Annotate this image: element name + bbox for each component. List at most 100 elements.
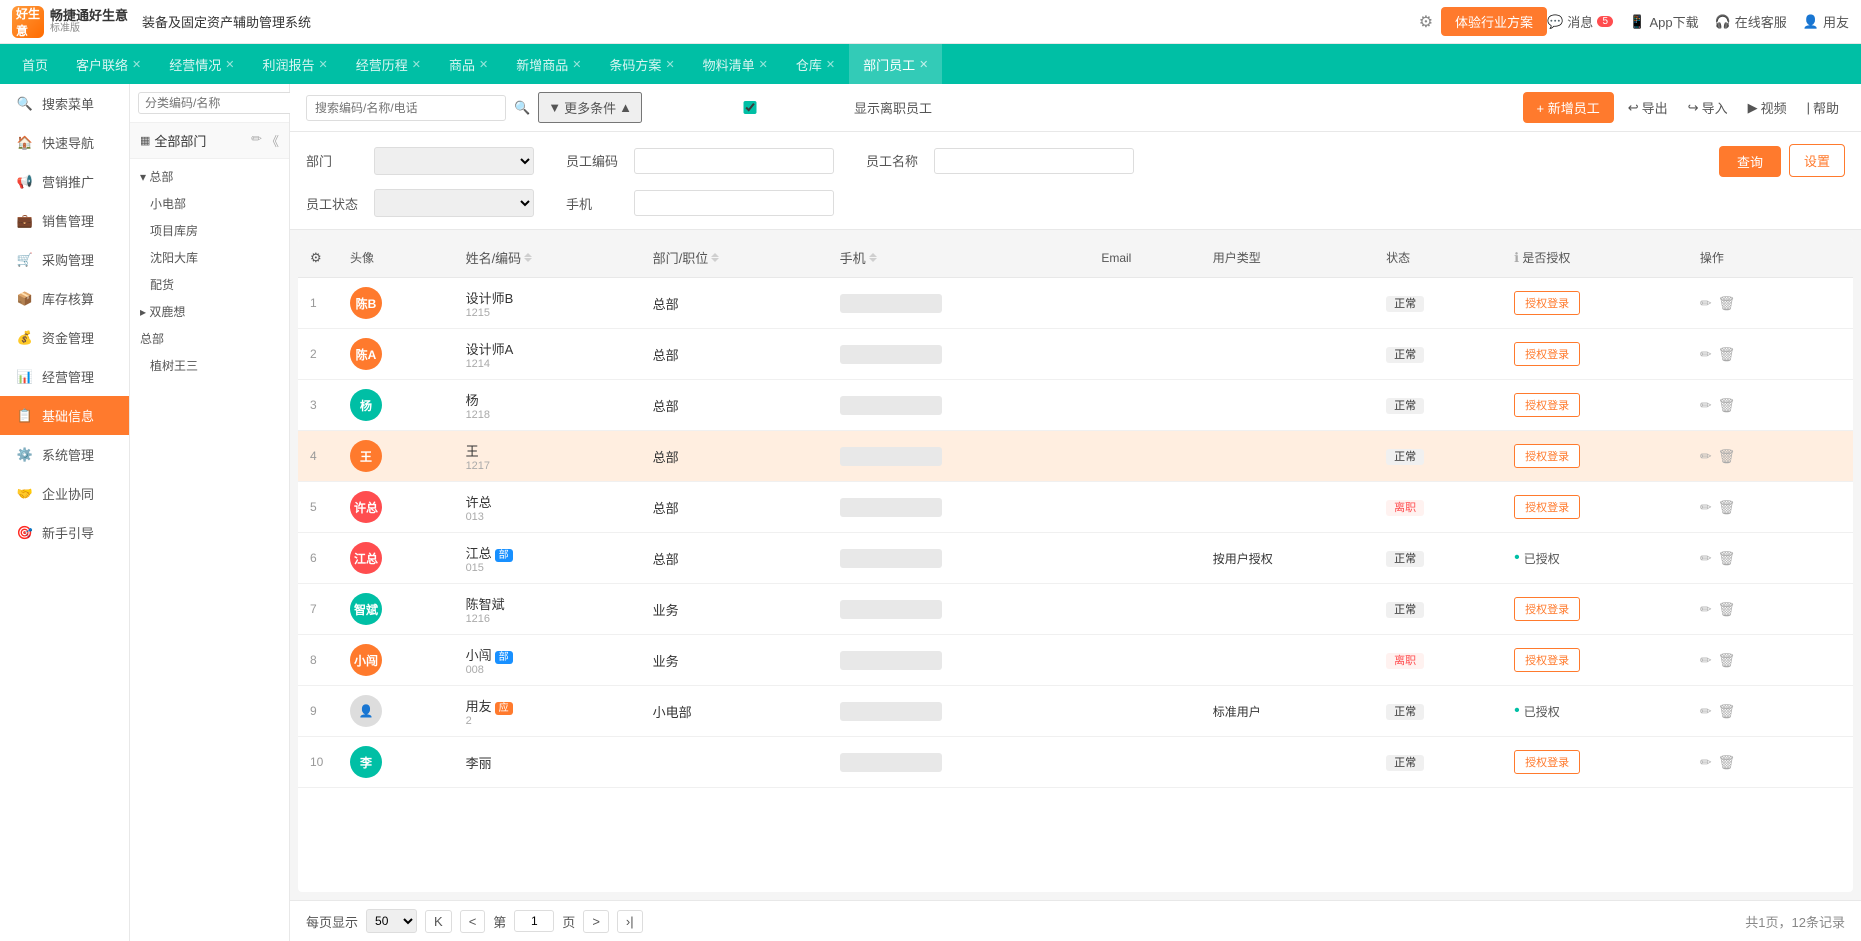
- sidebar-item-经营管理[interactable]: 📊经营管理: [0, 357, 129, 396]
- dept-tree-item[interactable]: 小电部: [130, 190, 289, 217]
- edit-icon[interactable]: ✏: [1700, 295, 1712, 312]
- dept-collapse-icon[interactable]: 《: [266, 131, 279, 150]
- app-download-action[interactable]: 📱 App下载: [1629, 12, 1698, 31]
- nav-tab-经营情况[interactable]: 经营情况 ✕: [155, 44, 248, 84]
- authorize-button[interactable]: 授权登录: [1514, 393, 1580, 417]
- sidebar-item-基础信息[interactable]: 📋基础信息: [0, 396, 129, 435]
- search-input[interactable]: [306, 95, 506, 121]
- authorize-button[interactable]: 授权登录: [1514, 291, 1580, 315]
- delete-icon[interactable]: 🗑: [1718, 601, 1736, 618]
- filter-phone-input[interactable]: [634, 190, 834, 216]
- delete-icon[interactable]: 🗑: [1718, 652, 1736, 669]
- online-service-action[interactable]: 🎧 在线客服: [1715, 12, 1787, 31]
- col-name[interactable]: 姓名/编码: [454, 238, 641, 278]
- video-button[interactable]: ▶ 视频: [1742, 94, 1793, 121]
- edit-icon[interactable]: ✏: [1700, 346, 1712, 363]
- sidebar-item-系统管理[interactable]: ⚙️系统管理: [0, 435, 129, 474]
- edit-icon[interactable]: ✏: [1700, 550, 1712, 567]
- page-number-input[interactable]: [514, 910, 554, 932]
- tab-close-icon[interactable]: ✕: [479, 58, 488, 71]
- set-button[interactable]: 设置: [1789, 144, 1845, 177]
- sidebar-item-销售管理[interactable]: 💼销售管理: [0, 201, 129, 240]
- prev-page-button[interactable]: <: [460, 910, 486, 933]
- settings-icon[interactable]: ⚙: [1419, 12, 1433, 32]
- authorize-button[interactable]: 授权登录: [1514, 750, 1580, 774]
- delete-icon[interactable]: 🗑: [1718, 397, 1736, 414]
- nav-tab-经营历程[interactable]: 经营历程 ✕: [342, 44, 435, 84]
- col-dept[interactable]: 部门/职位: [641, 238, 828, 278]
- edit-icon[interactable]: ✏: [1700, 499, 1712, 516]
- sidebar-item-采购管理[interactable]: 🛒采购管理: [0, 240, 129, 279]
- col-phone[interactable]: 手机: [828, 238, 1090, 278]
- sidebar-item-资金管理[interactable]: 💰资金管理: [0, 318, 129, 357]
- delete-icon[interactable]: 🗑: [1718, 346, 1736, 363]
- sidebar-item-库存核算[interactable]: 📦库存核算: [0, 279, 129, 318]
- export-button[interactable]: ↩ 导出: [1622, 94, 1674, 121]
- tab-close-icon[interactable]: ✕: [826, 58, 835, 71]
- dept-tree-item[interactable]: 沈阳大库: [130, 244, 289, 271]
- show-resigned-label[interactable]: 显示离职员工: [650, 98, 932, 117]
- delete-icon[interactable]: 🗑: [1718, 550, 1736, 567]
- delete-icon[interactable]: 🗑: [1718, 448, 1736, 465]
- dept-tree-item[interactable]: 配货: [130, 271, 289, 298]
- delete-icon[interactable]: 🗑: [1718, 703, 1736, 720]
- add-employee-button[interactable]: + 新增员工: [1523, 92, 1614, 123]
- filter-dept-select[interactable]: [374, 147, 534, 175]
- search-icon[interactable]: 🔍: [514, 100, 530, 116]
- col-name-sort[interactable]: 姓名/编码: [466, 248, 629, 267]
- dept-edit-icon[interactable]: ✏: [251, 131, 262, 150]
- message-action[interactable]: 💬 消息 5: [1547, 12, 1613, 31]
- edit-icon[interactable]: ✏: [1700, 754, 1712, 771]
- page-size-select[interactable]: 102050100: [366, 909, 417, 933]
- filter-code-input[interactable]: [634, 148, 834, 174]
- nav-tab-商品[interactable]: 商品 ✕: [435, 44, 502, 84]
- tab-close-icon[interactable]: ✕: [132, 58, 141, 71]
- tab-close-icon[interactable]: ✕: [412, 58, 421, 71]
- dept-tree-item[interactable]: 植树王三: [130, 352, 289, 379]
- nav-tab-新增商品[interactable]: 新增商品 ✕: [502, 44, 595, 84]
- filter-status-select[interactable]: [374, 189, 534, 217]
- tab-close-icon[interactable]: ✕: [665, 58, 674, 71]
- nav-tab-物料清单[interactable]: 物料清单 ✕: [689, 44, 782, 84]
- first-page-button[interactable]: K: [425, 910, 452, 933]
- filter-name-input[interactable]: [934, 148, 1134, 174]
- nav-tab-条码方案[interactable]: 条码方案 ✕: [595, 44, 688, 84]
- authorize-button[interactable]: 授权登录: [1514, 342, 1580, 366]
- authorize-button[interactable]: 授权登录: [1514, 597, 1580, 621]
- sidebar-item-企业协同[interactable]: 🤝企业协同: [0, 474, 129, 513]
- edit-icon[interactable]: ✏: [1700, 703, 1712, 720]
- show-resigned-checkbox[interactable]: [650, 101, 850, 114]
- delete-icon[interactable]: 🗑: [1718, 754, 1736, 771]
- user-action[interactable]: 👤 用友: [1803, 12, 1849, 31]
- next-page-button[interactable]: >: [583, 910, 609, 933]
- authorize-button[interactable]: 授权登录: [1514, 648, 1580, 672]
- more-conditions-button[interactable]: ▼ 更多条件 ▲: [538, 92, 642, 123]
- edit-icon[interactable]: ✏: [1700, 652, 1712, 669]
- tab-close-icon[interactable]: ✕: [759, 58, 768, 71]
- dept-tree-item[interactable]: ▾ 总部: [130, 163, 289, 190]
- col-phone-sort[interactable]: 手机: [840, 248, 1078, 267]
- last-page-button[interactable]: ›|: [617, 910, 643, 933]
- tab-close-icon[interactable]: ✕: [319, 58, 328, 71]
- nav-tab-仓库[interactable]: 仓库 ✕: [782, 44, 849, 84]
- help-button[interactable]: | 帮助: [1801, 94, 1845, 121]
- edit-icon[interactable]: ✏: [1700, 448, 1712, 465]
- sidebar-item-新手引导[interactable]: 🎯新手引导: [0, 513, 129, 552]
- delete-icon[interactable]: 🗑: [1718, 295, 1736, 312]
- sidebar-item-营销推广[interactable]: 📢营销推广: [0, 162, 129, 201]
- edit-icon[interactable]: ✏: [1700, 601, 1712, 618]
- nav-tab-部门员工[interactable]: 部门员工 ✕: [849, 44, 942, 84]
- nav-tab-利润报告[interactable]: 利润报告 ✕: [248, 44, 341, 84]
- sidebar-item-快速导航[interactable]: 🏠快速导航: [0, 123, 129, 162]
- col-dept-sort[interactable]: 部门/职位: [653, 248, 816, 267]
- import-button[interactable]: ↪ 导入: [1682, 94, 1734, 121]
- edit-icon[interactable]: ✏: [1700, 397, 1712, 414]
- sidebar-item-搜索菜单[interactable]: 🔍搜索菜单: [0, 84, 129, 123]
- delete-icon[interactable]: 🗑: [1718, 499, 1736, 516]
- trial-button[interactable]: 体验行业方案: [1441, 7, 1547, 36]
- tab-close-icon[interactable]: ✕: [572, 58, 581, 71]
- authorize-button[interactable]: 授权登录: [1514, 444, 1580, 468]
- tab-close-icon[interactable]: ✕: [919, 58, 928, 71]
- nav-tab-客户联络[interactable]: 客户联络 ✕: [62, 44, 155, 84]
- query-button[interactable]: 查询: [1719, 146, 1781, 177]
